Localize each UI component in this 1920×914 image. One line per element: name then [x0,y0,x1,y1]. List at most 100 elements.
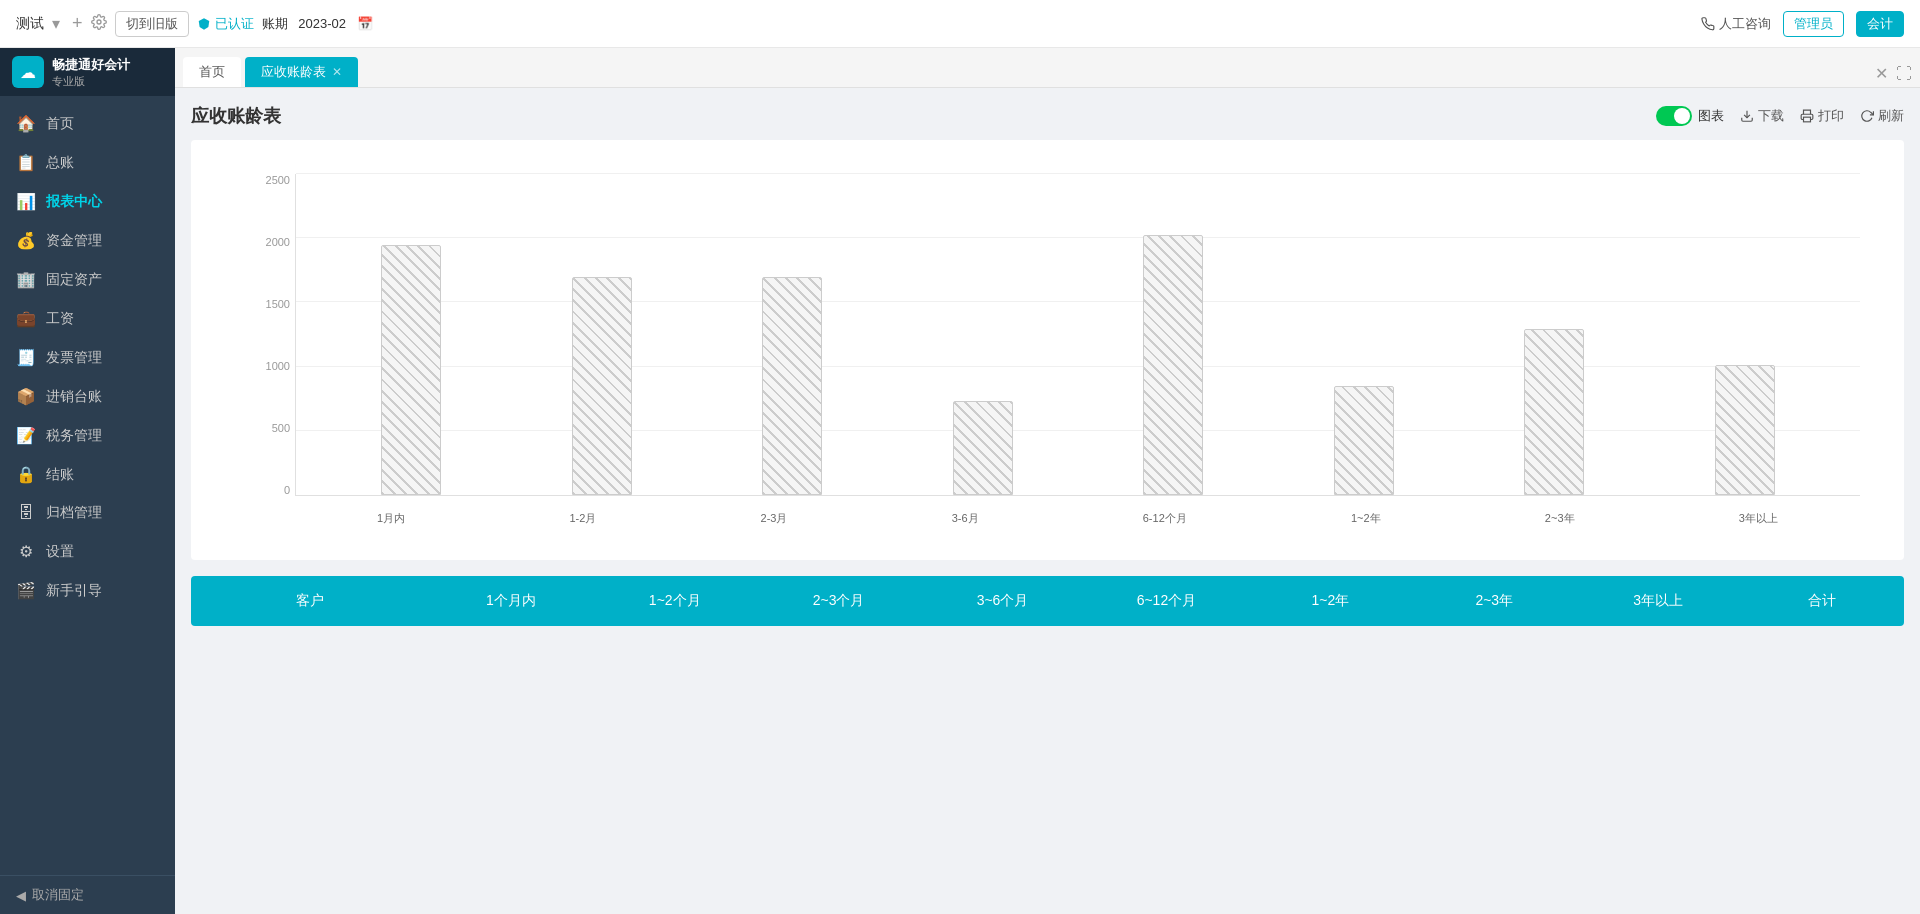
sidebar-item-assets[interactable]: 🏢 固定资产 [0,260,175,299]
refresh-button[interactable]: 刷新 [1860,107,1904,125]
header-left: 测试 ▾ + 切到旧版 已认证 账期 2023-02 📅 [16,11,1689,37]
table-header: 客户1个月内1~2个月2~3个月3~6个月6~12个月1~2年2~3年3年以上合… [191,576,1904,626]
y-label: 2000 [255,236,290,248]
report-title: 应收账龄表 [191,104,281,128]
y-label: 0 [255,484,290,496]
bar-0 [381,245,441,495]
tab-close-icon[interactable]: ✕ [332,65,342,79]
sidebar-label-settings: 设置 [46,543,74,561]
sidebar-item-archive[interactable]: 🗄 归档管理 [0,494,175,532]
expand-window-icon[interactable]: ⛶ [1896,65,1912,83]
company-dropdown-icon[interactable]: ▾ [52,14,60,33]
settings-icon[interactable] [91,14,107,34]
main-layout: ☁ 畅捷通好会计 专业版 🏠 首页 📋 总账 📊 报表中心 💰 资金管理 🏢 固… [0,48,1920,914]
add-tab-icon[interactable]: + [72,13,83,34]
content-area: 首页 应收账龄表 ✕ ✕ ⛶ 应收账龄表 图表 [175,48,1920,914]
bar-7 [1715,365,1775,495]
sidebar-icon-inventory: 📦 [16,387,36,406]
svg-point-0 [97,20,101,24]
table-header-9: 合计 [1740,576,1904,626]
sidebar-label-payroll: 工资 [46,310,74,328]
table-header-8: 3年以上 [1576,576,1740,626]
sidebar-item-inventory[interactable]: 📦 进销台账 [0,377,175,416]
bars-container [296,174,1860,495]
sidebar-item-invoices[interactable]: 🧾 发票管理 [0,338,175,377]
x-label: 1-2月 [569,511,596,526]
x-label: 3年以上 [1739,511,1778,526]
period-label: 账期 2023-02 📅 [262,15,373,33]
sidebar-logo: ☁ 畅捷通好会计 专业版 [0,48,175,96]
bar-2 [762,277,822,495]
page-content: 应收账龄表 图表 下载 打印 [175,88,1920,914]
chart-toggle[interactable] [1656,106,1692,126]
x-label: 3-6月 [952,511,979,526]
download-button[interactable]: 下载 [1740,107,1784,125]
sidebar-label-tax: 税务管理 [46,427,102,445]
sidebar-icon-funds: 💰 [16,231,36,250]
sidebar-icon-reports: 📊 [16,192,36,211]
header-right: 人工咨询 管理员 会计 [1701,11,1904,37]
sidebar-label-funds: 资金管理 [46,232,102,250]
print-button[interactable]: 打印 [1800,107,1844,125]
tab-window-controls: ✕ ⛶ [1875,64,1912,87]
manager-role-button[interactable]: 管理员 [1783,11,1844,37]
y-label: 500 [255,422,290,434]
sidebar-item-tax[interactable]: 📝 税务管理 [0,416,175,455]
sidebar-icon-ledger: 📋 [16,153,36,172]
sidebar-item-settings[interactable]: ⚙ 设置 [0,532,175,571]
company-name: 测试 [16,15,44,33]
table-header-6: 1~2年 [1248,576,1412,626]
sidebar-label-assets: 固定资产 [46,271,102,289]
sidebar-icon-assets: 🏢 [16,270,36,289]
service-button[interactable]: 人工咨询 [1701,15,1771,33]
table-header-4: 3~6个月 [921,576,1085,626]
sidebar-label-home: 首页 [46,115,74,133]
sidebar-icon-tax: 📝 [16,426,36,445]
certified-badge: 已认证 [197,15,254,33]
sidebar-item-guide[interactable]: 🎬 新手引导 [0,571,175,610]
sidebar-item-reports[interactable]: 📊 报表中心 [0,182,175,221]
accountant-role-button[interactable]: 会计 [1856,11,1904,37]
bar-4 [1143,235,1203,495]
sidebar-item-close[interactable]: 🔒 结账 [0,455,175,494]
bar-group-2 [762,277,822,495]
sidebar-item-payroll[interactable]: 💼 工资 [0,299,175,338]
x-label: 2-3月 [761,511,788,526]
sidebar-label-ledger: 总账 [46,154,74,172]
sidebar-label-inventory: 进销台账 [46,388,102,406]
sidebar-label-close: 结账 [46,466,74,484]
sidebar-icon-archive: 🗄 [16,504,36,522]
sidebar-label-archive: 归档管理 [46,504,102,522]
arrow-left-icon: ◀ [16,888,26,903]
sidebar-label-guide: 新手引导 [46,582,102,600]
chart-y-axis: 05001000150020002500 [255,174,290,496]
bar-chart: 05001000150020002500 [215,164,1880,536]
sidebar-item-home[interactable]: 🏠 首页 [0,104,175,143]
bar-1 [572,277,632,495]
sidebar: ☁ 畅捷通好会计 专业版 🏠 首页 📋 总账 📊 报表中心 💰 资金管理 🏢 固… [0,48,175,914]
bar-group-4 [1143,235,1203,495]
app-logo-icon: ☁ [12,56,44,88]
chart-x-labels: 1月内1-2月2-3月3-6月6-12个月1~2年2~3年3年以上 [295,511,1860,526]
calendar-icon[interactable]: 📅 [357,16,373,31]
sidebar-label-reports: 报表中心 [46,193,102,211]
table-header-5: 6~12个月 [1084,576,1248,626]
cancel-fixed-button[interactable]: ◀ 取消固定 [0,875,175,914]
bar-group-7 [1715,365,1775,495]
close-window-icon[interactable]: ✕ [1875,64,1888,83]
tab-bar: 首页 应收账龄表 ✕ ✕ ⛶ [175,48,1920,88]
tab-ar-aging[interactable]: 应收账龄表 ✕ [245,57,358,87]
bar-group-1 [572,277,632,495]
sidebar-item-funds[interactable]: 💰 资金管理 [0,221,175,260]
bar-6 [1524,329,1584,495]
bar-group-6 [1524,329,1584,495]
top-header: 测试 ▾ + 切到旧版 已认证 账期 2023-02 📅 人工咨询 管理员 会计 [0,0,1920,48]
tab-home[interactable]: 首页 [183,57,241,87]
sidebar-item-ledger[interactable]: 📋 总账 [0,143,175,182]
switch-version-button[interactable]: 切到旧版 [115,11,189,37]
table-header-7: 2~3年 [1412,576,1576,626]
sidebar-label-invoices: 发票管理 [46,349,102,367]
bar-group-3 [953,401,1013,495]
svg-rect-2 [1804,117,1811,122]
bar-group-5 [1334,386,1394,495]
